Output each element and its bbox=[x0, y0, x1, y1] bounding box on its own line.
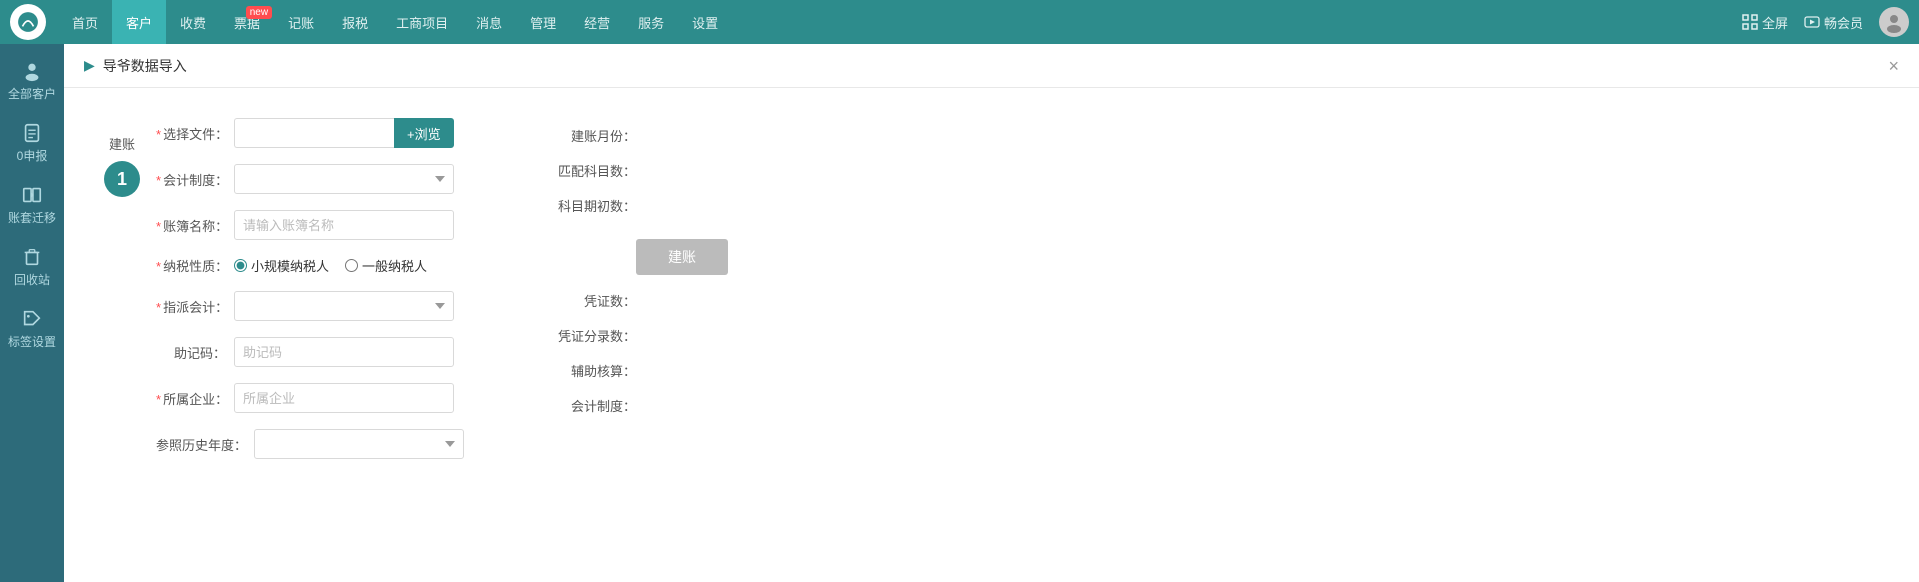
right-accounting-system-row: 会计制度： bbox=[556, 396, 816, 415]
affiliated-company-input[interactable] bbox=[234, 383, 454, 413]
sidebar-item-account-migrate[interactable]: 账套迁移 bbox=[0, 176, 64, 234]
file-input-group: +浏览 bbox=[234, 118, 454, 148]
voucher-count-label: 凭证数： bbox=[556, 291, 636, 310]
nav-fee[interactable]: 收费 bbox=[166, 0, 220, 44]
nav-bizproject[interactable]: 工商项目 bbox=[382, 0, 462, 44]
form-left: 建账 1 *选择文件： +浏览 bbox=[104, 118, 496, 459]
ledger-name-label: *账簿名称： bbox=[156, 216, 226, 235]
tax-small-radio-input[interactable] bbox=[234, 259, 247, 272]
form-right: 建账月份： 匹配科目数： 科目期初数： 建账 凭证 bbox=[556, 126, 816, 415]
form-columns: 建账 1 *选择文件： +浏览 bbox=[104, 118, 1879, 459]
tax-type-row: *纳税性质： 小规模纳税人 一般纳税人 bbox=[156, 256, 496, 275]
form-fields: *选择文件： +浏览 *会计制度： bbox=[156, 118, 496, 459]
select-file-row: *选择文件： +浏览 bbox=[156, 118, 496, 148]
memo-code-row: 助记码： bbox=[156, 337, 496, 367]
accounting-system-select[interactable] bbox=[234, 164, 454, 194]
jianzhang-btn-container: 建账 bbox=[636, 239, 728, 275]
voucher-entries-row: 凭证分录数： bbox=[556, 326, 816, 345]
tax-small-radio[interactable]: 小规模纳税人 bbox=[234, 256, 329, 275]
close-button[interactable]: × bbox=[1888, 57, 1899, 75]
select-file-label: *选择文件： bbox=[156, 124, 226, 143]
sidebar-item-account-migrate-label: 账套迁移 bbox=[8, 209, 56, 226]
form-area: 建账 1 *选择文件： +浏览 bbox=[64, 88, 1919, 582]
sidebar: 全部客户 0申报 账套迁移 bbox=[0, 44, 64, 582]
fullscreen-label: 全屏 bbox=[1762, 13, 1788, 32]
voucher-entries-label: 凭证分录数： bbox=[556, 326, 636, 345]
right-accounting-system-label: 会计制度： bbox=[556, 396, 636, 415]
match-subjects-row: 匹配科目数： bbox=[556, 161, 816, 180]
avatar[interactable] bbox=[1879, 7, 1909, 37]
nav-invoice-badge: new bbox=[246, 6, 272, 19]
logo[interactable] bbox=[10, 4, 46, 40]
aux-accounting-row: 辅助核算： bbox=[556, 361, 816, 380]
migrate-icon bbox=[21, 184, 43, 206]
import-icon: ▶ bbox=[84, 57, 95, 74]
browse-button[interactable]: +浏览 bbox=[394, 118, 454, 148]
fullscreen-icon bbox=[1742, 14, 1758, 30]
jianzhang-month-label: 建账月份： bbox=[556, 126, 636, 145]
reference-year-label: 参照历史年度： bbox=[156, 435, 246, 454]
accounting-system-row: *会计制度： bbox=[156, 164, 496, 194]
voucher-count-row: 凭证数： bbox=[556, 291, 816, 310]
sidebar-item-recycle-label: 回收站 bbox=[14, 271, 50, 288]
member-btn[interactable]: 畅会员 bbox=[1804, 13, 1863, 32]
nav-invoice[interactable]: 票据 new bbox=[220, 0, 274, 44]
nav-home[interactable]: 首页 bbox=[58, 0, 112, 44]
memo-code-label: 助记码： bbox=[156, 343, 226, 362]
aux-accounting-label: 辅助核算： bbox=[556, 361, 636, 380]
assign-accountant-row: *指派会计： bbox=[156, 291, 496, 321]
main-layout: 全部客户 0申报 账套迁移 bbox=[0, 44, 1919, 582]
step-badge: 1 bbox=[104, 161, 140, 197]
sidebar-item-tag-settings-label: 标签设置 bbox=[8, 333, 56, 350]
period-initial-label: 科目期初数： bbox=[556, 196, 636, 215]
nav-customer[interactable]: 客户 bbox=[112, 0, 166, 44]
memo-code-input[interactable] bbox=[234, 337, 454, 367]
tax-type-label: *纳税性质： bbox=[156, 256, 226, 275]
period-initial-row: 科目期初数： bbox=[556, 196, 816, 215]
tag-icon bbox=[21, 308, 43, 330]
sidebar-item-tag-settings[interactable]: 标签设置 bbox=[0, 300, 64, 358]
nav-ledger[interactable]: 记账 bbox=[274, 0, 328, 44]
fullscreen-btn[interactable]: 全屏 bbox=[1742, 13, 1788, 32]
assign-accountant-label: *指派会计： bbox=[156, 297, 226, 316]
match-subjects-label: 匹配科目数： bbox=[556, 161, 636, 180]
reference-year-select[interactable] bbox=[254, 429, 464, 459]
page-header: ▶ 导爷数据导入 × bbox=[64, 44, 1919, 88]
main-content: ▶ 导爷数据导入 × 建账 1 bbox=[64, 44, 1919, 582]
reference-year-row: 参照历史年度： bbox=[156, 429, 496, 459]
nav-service[interactable]: 服务 bbox=[624, 0, 678, 44]
tax-general-radio-input[interactable] bbox=[345, 259, 358, 272]
nav-msg[interactable]: 消息 bbox=[462, 0, 516, 44]
ledger-name-input[interactable] bbox=[234, 210, 454, 240]
nav-tax[interactable]: 报税 bbox=[328, 0, 382, 44]
jianzhang-label: 建账 bbox=[109, 134, 135, 153]
tax-type-radio-group: 小规模纳税人 一般纳税人 bbox=[234, 256, 427, 275]
nav-admin[interactable]: 管理 bbox=[516, 0, 570, 44]
sidebar-item-declaration-label: 0申报 bbox=[17, 147, 48, 164]
ledger-name-row: *账簿名称： bbox=[156, 210, 496, 240]
page-title: 导爷数据导入 bbox=[103, 56, 187, 76]
sidebar-item-recycle[interactable]: 回收站 bbox=[0, 238, 64, 296]
jianzhang-action-button[interactable]: 建账 bbox=[636, 239, 728, 275]
topnav-right: 全屏 畅会员 bbox=[1742, 7, 1909, 37]
nav-settings[interactable]: 设置 bbox=[678, 0, 732, 44]
nav-ops[interactable]: 经营 bbox=[570, 0, 624, 44]
assign-accountant-select[interactable] bbox=[234, 291, 454, 321]
play-icon bbox=[1804, 14, 1820, 30]
document-icon bbox=[21, 122, 43, 144]
nav-items: 首页 客户 收费 票据 new 记账 报税 工商项目 消息 管理 经营 服务 设… bbox=[58, 0, 1742, 44]
topnav: 首页 客户 收费 票据 new 记账 报税 工商项目 消息 管理 经营 服务 设… bbox=[0, 0, 1919, 44]
sidebar-item-all-clients[interactable]: 全部客户 bbox=[0, 52, 64, 110]
trash-icon bbox=[21, 246, 43, 268]
member-label: 畅会员 bbox=[1824, 13, 1863, 32]
sidebar-item-all-clients-label: 全部客户 bbox=[8, 85, 56, 102]
accounting-system-label: *会计制度： bbox=[156, 170, 226, 189]
affiliated-company-row: *所属企业： bbox=[156, 383, 496, 413]
person-icon bbox=[21, 60, 43, 82]
jianzhang-month-row: 建账月份： bbox=[556, 126, 816, 145]
affiliated-company-label: *所属企业： bbox=[156, 389, 226, 408]
file-path-input[interactable] bbox=[234, 118, 394, 148]
sidebar-item-declaration[interactable]: 0申报 bbox=[0, 114, 64, 172]
tax-general-radio[interactable]: 一般纳税人 bbox=[345, 256, 427, 275]
